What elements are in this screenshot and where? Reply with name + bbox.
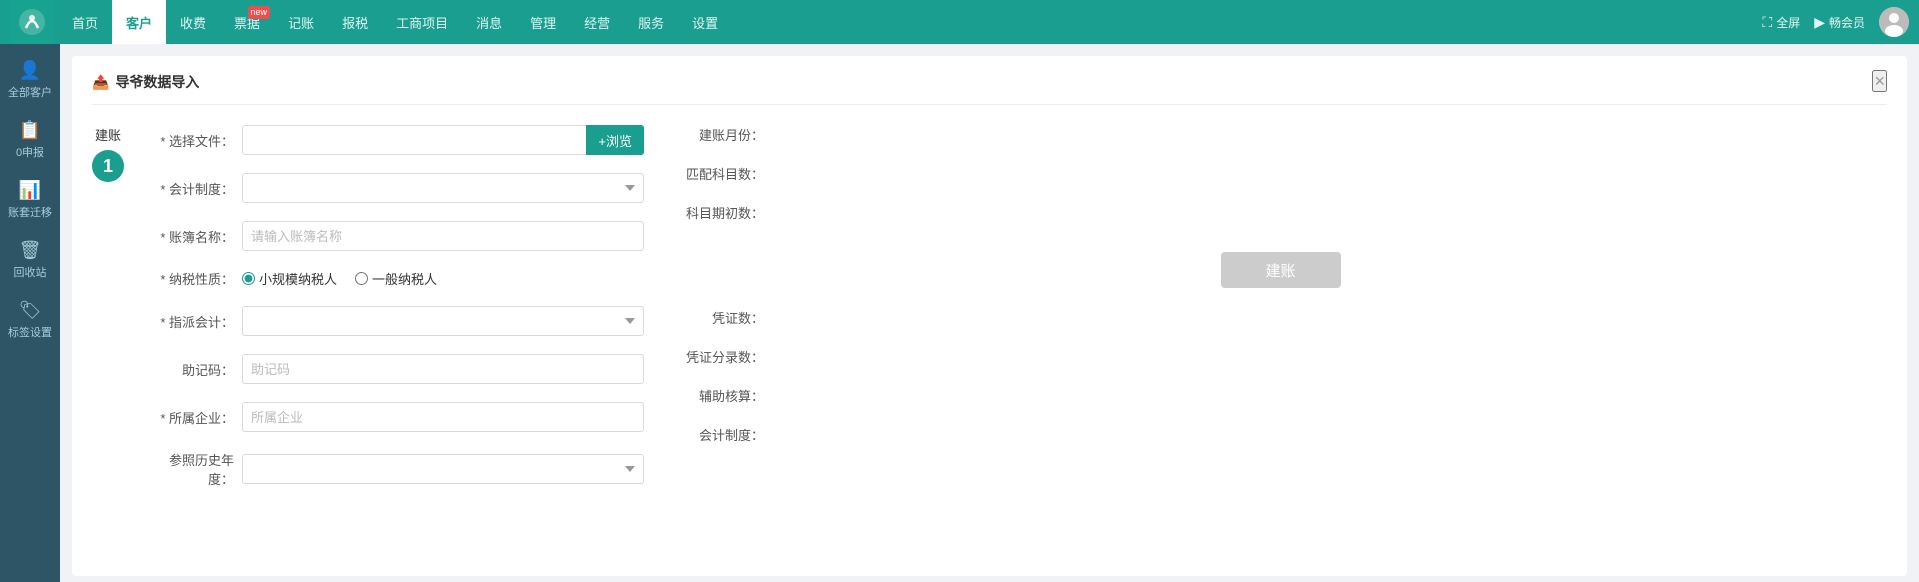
nav-invoice[interactable]: 票据 new [220, 0, 274, 44]
page-title: 📤 导爷数据导入 [92, 72, 1887, 105]
step-indicator: 建账 1 [92, 125, 124, 506]
ledger-name-label: * 账簿名称： [154, 227, 234, 246]
info-panel: 建账月份： 匹配科目数： 科目期初数： 建账 凭证 [644, 125, 1887, 506]
logo-icon [18, 8, 46, 36]
aux-code-label: 助记码： [154, 360, 234, 379]
all-customers-icon: 👤 [19, 60, 41, 81]
nav-items: 首页 客户 收费 票据 new 记账 报税 工商项目 消息 管理 经营 服务 设… [58, 0, 1762, 44]
nav-right: ⛶ 全屏 ▶ 畅会员 [1762, 7, 1909, 37]
sidebar-item-recycle-bin[interactable]: 🗑 回收站 [0, 232, 60, 288]
accounting-system-select[interactable] [242, 173, 644, 203]
avatar[interactable] [1879, 7, 1909, 37]
build-btn-area: 建账 [674, 252, 1887, 288]
new-badge: new [248, 6, 271, 19]
nav-manage[interactable]: 管理 [516, 0, 570, 44]
aux-code-input[interactable] [242, 354, 644, 384]
info-match-accounts: 匹配科目数： [674, 164, 1887, 183]
tax-type-radio-group: 小规模纳税人 一般纳税人 [242, 269, 437, 288]
company-input[interactable] [242, 402, 644, 432]
ledger-name-input[interactable] [242, 221, 644, 251]
file-label: * 选择文件： [154, 131, 234, 150]
build-account-button[interactable]: 建账 [1221, 252, 1341, 288]
nav-home[interactable]: 首页 [58, 0, 112, 44]
form-area: 建账 1 * 选择文件： +浏览 * 会计制度： [92, 125, 1887, 506]
member-btn[interactable]: ▶ 畅会员 [1814, 14, 1865, 31]
nav-business[interactable]: 工商项目 [382, 0, 462, 44]
accountant-row: * 指派会计： [154, 306, 644, 336]
nav-tax[interactable]: 报税 [328, 0, 382, 44]
step-label: 建账 [95, 125, 121, 144]
accountant-select[interactable] [242, 306, 644, 336]
radio-general-input[interactable] [355, 272, 368, 285]
info-build-month: 建账月份： [674, 125, 1887, 144]
info-account-opening: 科目期初数： [674, 203, 1887, 222]
accounting-system-row: * 会计制度： [154, 173, 644, 203]
ledger-name-row: * 账簿名称： [154, 221, 644, 251]
close-button[interactable]: × [1872, 70, 1887, 92]
fullscreen-btn[interactable]: ⛶ 全屏 [1762, 14, 1800, 31]
layout: 👤 全部客户 📋 0申报 📊 账套迁移 🗑 回收站 🏷 标签设置 📤 导爷数据导… [0, 44, 1919, 582]
sidebar-item-tag-settings[interactable]: 🏷 标签设置 [0, 292, 60, 348]
nav-bookkeeping[interactable]: 记账 [274, 0, 328, 44]
top-nav: 首页 客户 收费 票据 new 记账 报税 工商项目 消息 管理 经营 服务 设… [0, 0, 1919, 44]
zero-report-icon: 📋 [19, 120, 41, 141]
logo [10, 0, 54, 44]
sidebar-item-zero-report[interactable]: 📋 0申报 [0, 112, 60, 168]
info-auxiliary: 辅助核算： [674, 386, 1887, 405]
file-row: * 选择文件： +浏览 [154, 125, 644, 155]
nav-operation[interactable]: 经营 [570, 0, 624, 44]
aux-code-row: 助记码： [154, 354, 644, 384]
accountant-label: * 指派会计： [154, 312, 234, 331]
file-input-group: +浏览 [242, 125, 644, 155]
account-migration-icon: 📊 [19, 180, 41, 201]
company-label: * 所属企业： [154, 408, 234, 427]
nav-message[interactable]: 消息 [462, 0, 516, 44]
nav-customer[interactable]: 客户 [112, 0, 166, 44]
main-content: 📤 导爷数据导入 × 建账 1 * 选择文件： +浏览 [60, 44, 1919, 582]
radio-general-taxpayer[interactable]: 一般纳税人 [355, 269, 437, 288]
tax-type-row: * 纳税性质： 小规模纳税人 一般纳税人 [154, 269, 644, 288]
info-voucher-entries: 凭证分录数： [674, 347, 1887, 366]
info-accounting-system: 会计制度： [674, 425, 1887, 444]
tag-settings-icon: 🏷 [19, 300, 42, 321]
sidebar-item-account-migration[interactable]: 📊 账套迁移 [0, 172, 60, 228]
radio-small-input[interactable] [242, 272, 255, 285]
member-icon: ▶ [1814, 14, 1825, 31]
tax-type-label: * 纳税性质： [154, 269, 234, 288]
page-card: 📤 导爷数据导入 × 建账 1 * 选择文件： +浏览 [72, 56, 1907, 576]
page-title-icon: 📤 [92, 74, 109, 91]
recycle-bin-icon: 🗑 [19, 240, 42, 261]
step-badge: 1 [92, 150, 124, 182]
accounting-system-label: * 会计制度： [154, 179, 234, 198]
file-input[interactable] [242, 125, 586, 155]
nav-service[interactable]: 服务 [624, 0, 678, 44]
form-fields: * 选择文件： +浏览 * 会计制度： [154, 125, 644, 506]
nav-settings[interactable]: 设置 [678, 0, 732, 44]
history-year-select[interactable] [242, 454, 644, 484]
history-year-row: 参照历史年度： [154, 450, 644, 488]
nav-fee[interactable]: 收费 [166, 0, 220, 44]
company-row: * 所属企业： [154, 402, 644, 432]
browse-button[interactable]: +浏览 [586, 125, 644, 155]
radio-small-taxpayer[interactable]: 小规模纳税人 [242, 269, 337, 288]
history-year-label: 参照历史年度： [154, 450, 234, 488]
fullscreen-icon: ⛶ [1762, 14, 1772, 31]
info-voucher-count: 凭证数： [674, 308, 1887, 327]
sidebar: 👤 全部客户 📋 0申报 📊 账套迁移 🗑 回收站 🏷 标签设置 [0, 44, 60, 582]
sidebar-item-all-customers[interactable]: 👤 全部客户 [0, 52, 60, 108]
